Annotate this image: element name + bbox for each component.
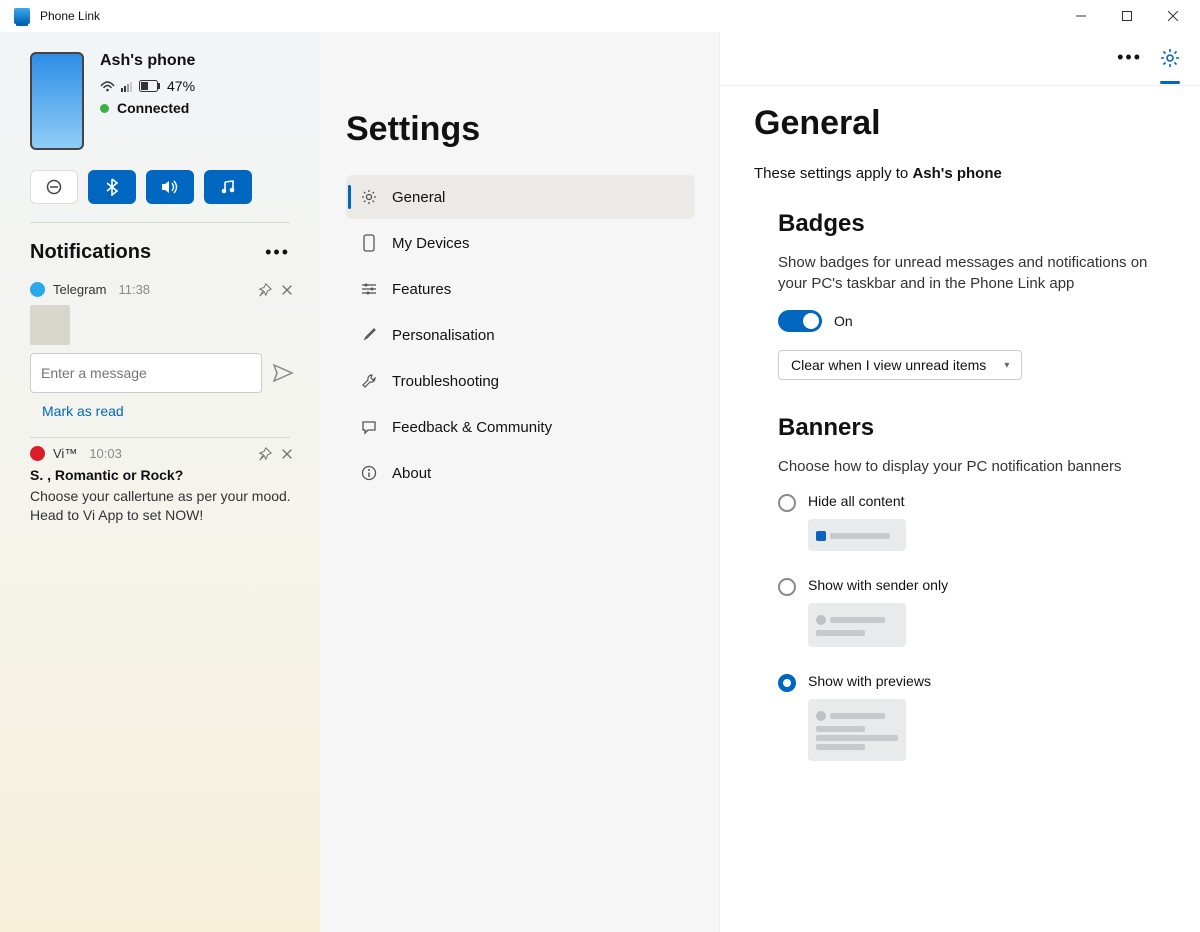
badges-toggle[interactable] xyxy=(778,310,822,332)
notification-app-name: Telegram xyxy=(53,282,106,297)
phone-thumbnail[interactable] xyxy=(30,52,84,150)
maximize-button[interactable] xyxy=(1104,0,1150,32)
device-status-row: 47% xyxy=(100,78,195,94)
settings-detail-pane: General These settings apply to Ash's ph… xyxy=(720,32,1200,932)
sidebar: Ash's phone 47% Connected Notif xyxy=(0,32,320,932)
banner-option-hide-all[interactable]: Hide all content xyxy=(778,493,1170,551)
radio-icon xyxy=(778,674,796,692)
reply-input[interactable] xyxy=(30,353,262,393)
radio-icon xyxy=(778,578,796,596)
device-name: Ash's phone xyxy=(100,52,195,70)
send-icon[interactable] xyxy=(272,363,294,383)
settings-item-feedback[interactable]: Feedback & Community xyxy=(346,405,695,449)
banner-option-previews[interactable]: Show with previews xyxy=(778,673,1170,761)
settings-item-troubleshooting[interactable]: Troubleshooting xyxy=(346,359,695,403)
notification-app-name: Vi™ xyxy=(53,446,77,461)
music-button[interactable] xyxy=(204,170,252,204)
telegram-icon xyxy=(30,282,45,297)
notification-time: 11:38 xyxy=(118,282,150,297)
notification-avatar xyxy=(30,305,70,345)
notifications-title: Notifications xyxy=(30,241,151,264)
clear-behaviour-dropdown[interactable]: Clear when I view unread items ▾ xyxy=(778,350,1022,380)
settings-item-label: About xyxy=(392,465,431,482)
gear-icon xyxy=(1160,48,1180,68)
title-bar: Phone Link xyxy=(0,0,1200,32)
pin-icon[interactable] xyxy=(258,447,272,461)
settings-title: Settings xyxy=(346,110,701,149)
bluetooth-button[interactable] xyxy=(88,170,136,204)
gear-icon xyxy=(360,189,378,205)
radio-label: Show with sender only xyxy=(808,577,948,593)
wifi-icon xyxy=(100,80,115,92)
notifications-header: Notifications ••• xyxy=(0,223,320,274)
radio-label: Show with previews xyxy=(808,673,931,689)
banners-section: Banners Choose how to display your PC no… xyxy=(778,414,1170,761)
settings-item-label: Features xyxy=(392,281,451,298)
phone-icon xyxy=(360,234,378,252)
vi-icon xyxy=(30,446,45,461)
settings-item-label: Personalisation xyxy=(392,327,495,344)
more-button[interactable]: ••• xyxy=(1117,47,1142,68)
connection-status: Connected xyxy=(100,100,195,116)
settings-item-features[interactable]: Features xyxy=(346,267,695,311)
notification-body: Choose your callertune as per your mood.… xyxy=(30,487,294,525)
chat-icon xyxy=(360,419,378,435)
apply-line: These settings apply to Ash's phone xyxy=(754,165,1170,182)
battery-percent: 47% xyxy=(167,78,195,94)
notification-item: Telegram 11:38 Mark as read xyxy=(0,274,320,437)
settings-item-about[interactable]: About xyxy=(346,451,695,495)
chevron-down-icon: ▾ xyxy=(1004,360,1009,371)
apply-target: Ash's phone xyxy=(912,165,1001,182)
settings-nav-column: Settings General My Devices Features xyxy=(320,32,720,932)
device-block: Ash's phone 47% Connected xyxy=(0,44,320,164)
dnd-button[interactable] xyxy=(30,170,78,204)
section-description: Choose how to display your PC notificati… xyxy=(778,456,1158,477)
dropdown-value: Clear when I view unread items xyxy=(791,357,986,373)
banner-preview xyxy=(808,699,906,761)
banner-option-sender-only[interactable]: Show with sender only xyxy=(778,577,1170,647)
status-dot-icon xyxy=(100,104,109,113)
sliders-icon xyxy=(360,282,378,296)
badges-section: Badges Show badges for unread messages a… xyxy=(778,210,1170,380)
page-title: General xyxy=(754,104,1170,143)
section-description: Show badges for unread messages and noti… xyxy=(778,252,1158,294)
settings-item-label: General xyxy=(392,189,445,206)
section-heading: Banners xyxy=(778,414,1170,442)
settings-item-general[interactable]: General xyxy=(346,175,695,219)
close-button[interactable] xyxy=(1150,0,1196,32)
settings-item-label: My Devices xyxy=(392,235,470,252)
volume-button[interactable] xyxy=(146,170,194,204)
info-icon xyxy=(360,465,378,481)
window-title: Phone Link xyxy=(40,9,100,23)
notification-title: S. , Romantic or Rock? xyxy=(30,467,294,483)
settings-item-my-devices[interactable]: My Devices xyxy=(346,221,695,265)
notification-time: 10:03 xyxy=(89,446,122,461)
notification-item: Vi™ 10:03 S. , Romantic or Rock? Choose … xyxy=(0,438,320,539)
toggle-label: On xyxy=(834,313,853,329)
mark-as-read-link[interactable]: Mark as read xyxy=(30,393,124,423)
radio-label: Hide all content xyxy=(808,493,906,509)
brush-icon xyxy=(360,327,378,343)
dismiss-icon[interactable] xyxy=(280,447,294,461)
minimize-button[interactable] xyxy=(1058,0,1104,32)
app-icon xyxy=(14,8,30,24)
settings-button[interactable] xyxy=(1160,48,1180,68)
dismiss-icon[interactable] xyxy=(280,283,294,297)
signal-icon xyxy=(121,80,133,92)
settings-item-label: Troubleshooting xyxy=(392,373,499,390)
quick-actions xyxy=(0,164,320,222)
settings-item-label: Feedback & Community xyxy=(392,419,552,436)
radio-icon xyxy=(778,494,796,512)
section-heading: Badges xyxy=(778,210,1170,238)
battery-icon xyxy=(139,80,161,92)
pin-icon[interactable] xyxy=(258,283,272,297)
apply-prefix: These settings apply to xyxy=(754,165,912,182)
banner-preview xyxy=(808,603,906,647)
connection-label: Connected xyxy=(117,100,189,116)
notifications-more-button[interactable]: ••• xyxy=(261,242,294,263)
wrench-icon xyxy=(360,373,378,389)
settings-item-personalisation[interactable]: Personalisation xyxy=(346,313,695,357)
banner-preview xyxy=(808,519,906,551)
